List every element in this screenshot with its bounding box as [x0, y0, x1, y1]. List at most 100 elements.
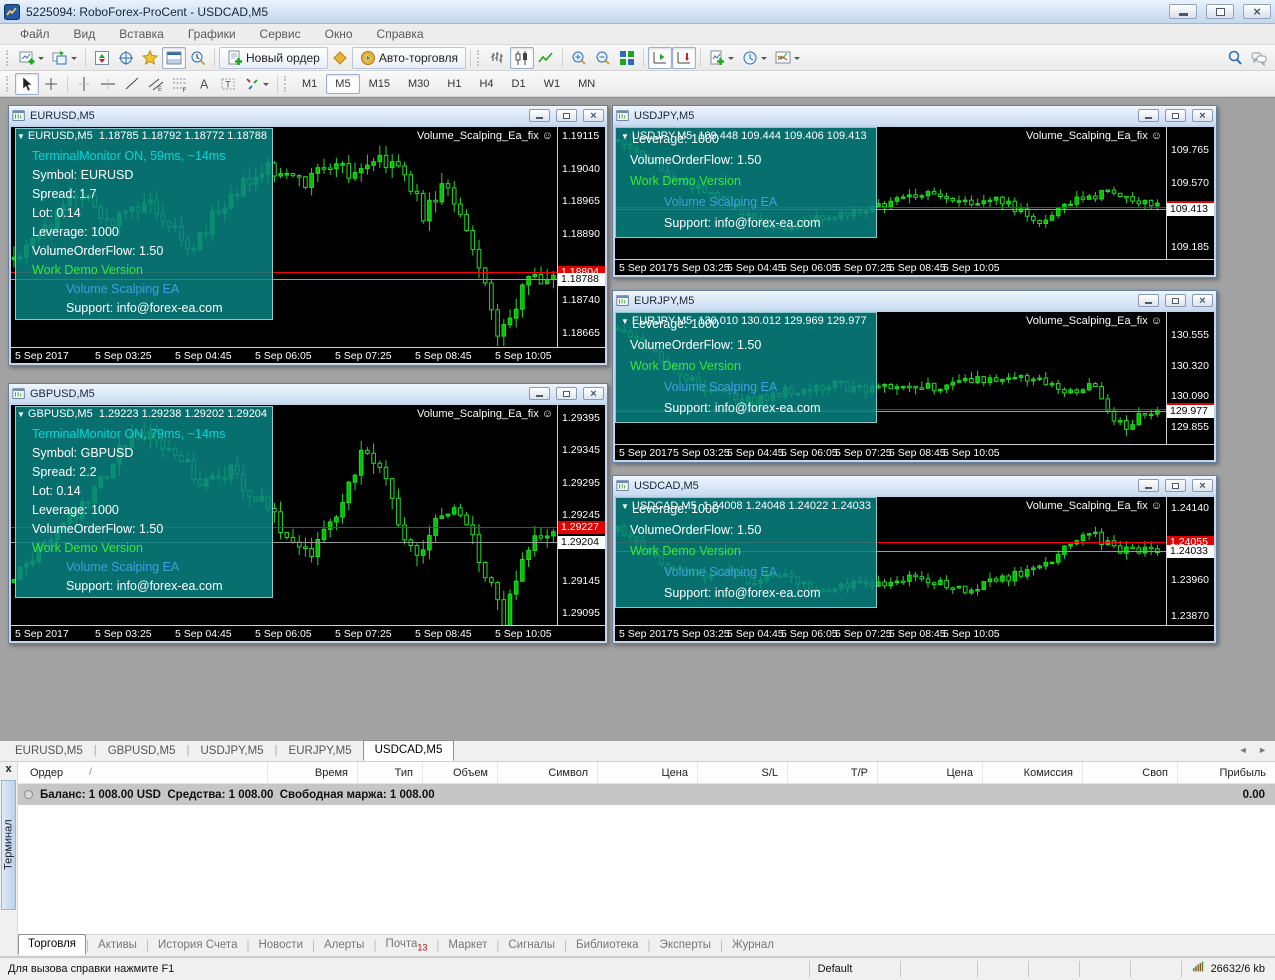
chart-tab-eurusd[interactable]: EURUSD,M5	[4, 742, 94, 761]
menu-file[interactable]: Файл	[8, 25, 62, 44]
new-chart-button[interactable]	[15, 47, 48, 69]
timeframe-h4[interactable]: H4	[470, 74, 502, 94]
column-header-5[interactable]: Цена	[598, 762, 698, 783]
menu-charts[interactable]: Графики	[176, 25, 248, 44]
minimize-button[interactable]	[1169, 4, 1197, 19]
quote-dropdown-icon[interactable]: ▼	[17, 132, 25, 141]
toolbar-grip[interactable]	[6, 49, 11, 66]
auto-scroll-button[interactable]	[672, 46, 697, 69]
search-button[interactable]	[1223, 47, 1247, 69]
ea-smiley-icon[interactable]: ☺	[1148, 315, 1162, 327]
zoom-in-button[interactable]	[567, 47, 591, 69]
menu-tools[interactable]: Сервис	[248, 25, 313, 44]
chart-canvas[interactable]: Leverage: 1000 VolumeOrderFlow: 1.50 Work …	[615, 312, 1166, 444]
column-header-4[interactable]: Символ	[498, 762, 598, 783]
ea-smiley-icon[interactable]: ☺	[1148, 500, 1162, 512]
fibonacci-button[interactable]: F	[168, 73, 192, 95]
terminal-vertical-tab[interactable]: Терминал	[1, 780, 16, 910]
templates-button[interactable]	[771, 47, 804, 69]
chart-canvas[interactable]: Leverage: 1000 VolumeOrderFlow: 1.50 Work …	[615, 497, 1166, 625]
terminal-tab-4[interactable]: Алерты	[315, 936, 373, 955]
text-label-button[interactable]: T	[216, 73, 240, 95]
market-watch-button[interactable]	[90, 47, 114, 69]
chart-restore-button[interactable]	[556, 387, 577, 400]
timeframe-m5[interactable]: M5	[326, 73, 360, 94]
terminal-tab-2[interactable]: История Счета	[149, 936, 247, 955]
column-header-11[interactable]: Прибыль	[1178, 762, 1275, 783]
chart-tab-usdcad[interactable]: USDCAD,M5	[362, 740, 455, 761]
navigator-button[interactable]	[138, 47, 162, 69]
periods-button[interactable]	[738, 47, 771, 69]
time-axis[interactable]: 5 Sep 2017 5 Sep 03:25 5 Sep 04:45 5 Sep 06…	[615, 444, 1214, 460]
line-chart-button[interactable]	[534, 47, 558, 69]
tile-windows-button[interactable]	[615, 47, 639, 69]
chat-button[interactable]	[1247, 47, 1271, 69]
chart-window-titlebar[interactable]: EURJPY,M5 ×	[613, 291, 1216, 310]
column-header-8[interactable]: Цена	[878, 762, 983, 783]
toolbar-grip[interactable]	[477, 49, 482, 66]
column-header-7[interactable]: T/P	[788, 762, 878, 783]
column-header-10[interactable]: Своп	[1083, 762, 1178, 783]
cursor-tool-button[interactable]	[15, 72, 39, 95]
chart-minimize-button[interactable]	[1138, 294, 1159, 307]
chart-restore-button[interactable]	[1165, 109, 1186, 122]
terminal-tab-3[interactable]: Новости	[249, 936, 312, 955]
new-order-button[interactable]: Новый ордер	[219, 46, 328, 69]
terminal-close-icon[interactable]: x	[2, 763, 16, 777]
chart-tab-gbpusd[interactable]: GBPUSD,M5	[97, 742, 187, 761]
terminal-tab-1[interactable]: Активы	[89, 936, 146, 955]
price-scale[interactable]: 1.19115 1.19040 1.18965 1.18890 1.18740 1.186…	[557, 127, 605, 347]
chart-close-button[interactable]: ×	[1192, 294, 1213, 307]
column-header-1[interactable]: Время	[268, 762, 358, 783]
price-scale[interactable]: 1.29395 1.29345 1.29295 1.29245 1.29145 1.290…	[557, 405, 605, 625]
chart-minimize-button[interactable]	[529, 109, 550, 122]
trendline-button[interactable]	[120, 73, 144, 95]
terminal-tab-10[interactable]: Журнал	[723, 936, 783, 955]
chart-close-button[interactable]: ×	[583, 109, 604, 122]
zoom-out-button[interactable]	[591, 47, 615, 69]
terminal-tab-6[interactable]: Маркет	[439, 936, 496, 955]
timeframe-m30[interactable]: M30	[399, 74, 438, 94]
menu-insert[interactable]: Вставка	[107, 25, 176, 44]
terminal-button[interactable]	[162, 46, 186, 69]
timeframe-w1[interactable]: W1	[535, 74, 570, 94]
chart-canvas[interactable]: TerminalMonitor ON, 59ms, ~14ms Symbol: E…	[11, 127, 557, 347]
data-window-button[interactable]	[114, 47, 138, 69]
quote-dropdown-icon[interactable]: ▼	[621, 317, 629, 326]
terminal-tab-8[interactable]: Библиотека	[567, 936, 648, 955]
timeframe-d1[interactable]: D1	[503, 74, 535, 94]
bar-chart-button[interactable]	[486, 47, 510, 69]
channel-button[interactable]: E	[144, 73, 168, 95]
restore-button[interactable]	[1206, 4, 1234, 19]
price-scale[interactable]: 130.555130.320130.090129.855129.991129.9…	[1166, 312, 1214, 444]
indicators-button[interactable]	[705, 47, 738, 69]
ea-smiley-icon[interactable]: ☺	[539, 408, 553, 420]
chart-minimize-button[interactable]	[529, 387, 550, 400]
chart-canvas[interactable]: TerminalMonitor ON, 79ms, ~14ms Symbol: G…	[11, 405, 557, 625]
menu-help[interactable]: Справка	[365, 25, 436, 44]
vertical-line-button[interactable]	[72, 73, 96, 95]
horizontal-line-button[interactable]	[96, 73, 120, 95]
chart-window-titlebar[interactable]: GBPUSD,M5 ×	[9, 384, 607, 403]
chart-close-button[interactable]: ×	[1192, 479, 1213, 492]
chart-tab-usdjpy[interactable]: USDJPY,M5	[189, 742, 274, 761]
terminal-tab-5[interactable]: Почта13	[376, 935, 436, 956]
time-axis[interactable]: 5 Sep 2017 5 Sep 03:25 5 Sep 04:45 5 Sep 06…	[615, 625, 1214, 641]
strategy-tester-button[interactable]	[186, 47, 210, 69]
timeframe-m1[interactable]: M1	[293, 74, 326, 94]
time-axis[interactable]: 5 Sep 2017 5 Sep 03:25 5 Sep 04:45 5 Sep 06…	[11, 347, 605, 363]
price-scale[interactable]: 109.765109.570109.185109.424109.413	[1166, 127, 1214, 259]
profiles-button[interactable]	[48, 47, 81, 69]
chart-tab-eurjpy[interactable]: EURJPY,M5	[278, 742, 363, 761]
chart-shift-button[interactable]	[648, 46, 673, 69]
column-header-6[interactable]: S/L	[698, 762, 788, 783]
terminal-tab-9[interactable]: Эксперты	[651, 936, 720, 955]
quote-dropdown-icon[interactable]: ▼	[621, 502, 629, 511]
chart-restore-button[interactable]	[1165, 479, 1186, 492]
toolbar-grip[interactable]	[284, 75, 289, 92]
terminal-tab-7[interactable]: Сигналы	[499, 936, 564, 955]
ea-smiley-icon[interactable]: ☺	[1148, 130, 1162, 142]
crosshair-tool-button[interactable]	[39, 73, 63, 95]
text-tool-button[interactable]: A	[192, 73, 216, 95]
column-header-2[interactable]: Тип	[358, 762, 423, 783]
